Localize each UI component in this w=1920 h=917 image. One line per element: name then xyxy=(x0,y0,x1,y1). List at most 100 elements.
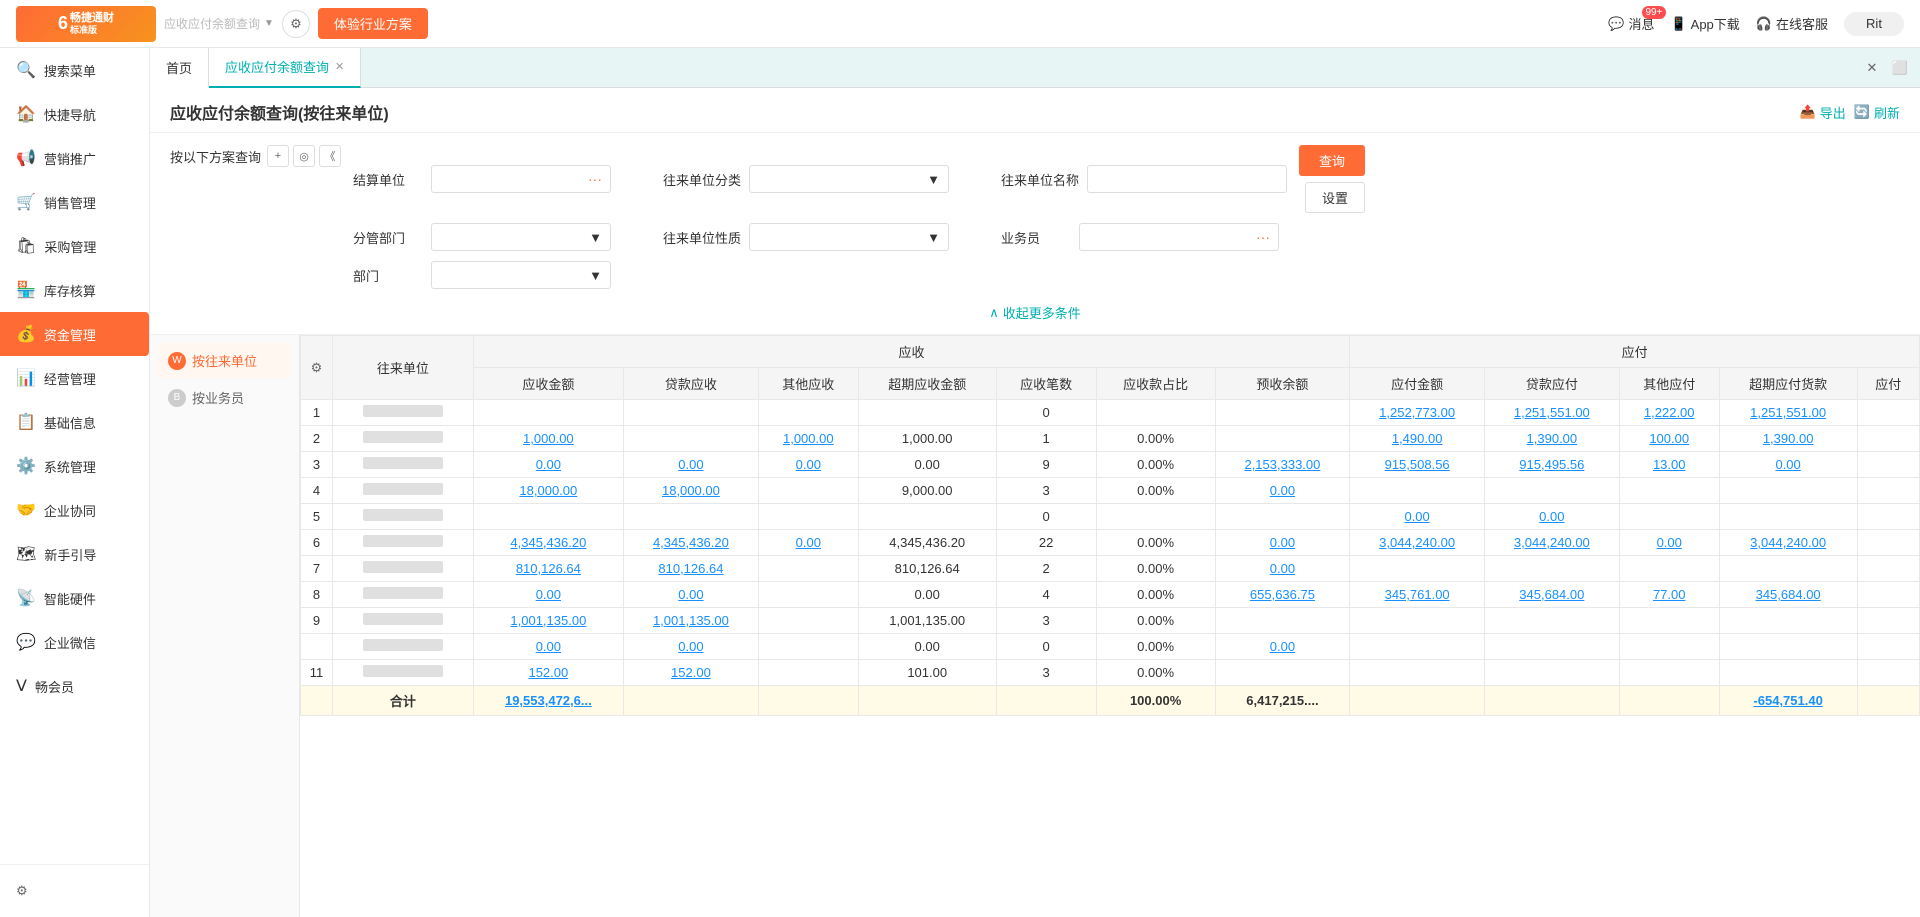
unit-category-input[interactable]: ▼ xyxy=(749,165,949,193)
unit-nature-label: 往来单位性质 xyxy=(663,228,741,247)
sidebar-item-finance[interactable]: 💰 资金管理 xyxy=(0,312,149,356)
dept-input[interactable]: ▼ xyxy=(431,223,611,251)
row-loan-ap-cell[interactable]: 0.00 xyxy=(1484,504,1619,530)
sidebar-item-operations[interactable]: 📊 经营管理 xyxy=(0,356,149,400)
summary-overdue-ap-cell[interactable]: -654,751.40 xyxy=(1719,686,1857,716)
row-prepay-cell[interactable]: 0.00 xyxy=(1215,556,1350,582)
row-ar-amount-cell[interactable]: 1,000.00 xyxy=(473,426,623,452)
back-scheme-button[interactable]: 《 xyxy=(319,145,341,167)
row-other-ap-cell[interactable]: 13.00 xyxy=(1619,452,1719,478)
query-button[interactable]: 查询 xyxy=(1299,145,1365,176)
tab-close-icon[interactable]: ✕ xyxy=(335,60,344,73)
row-overdue-ap-cell[interactable]: 345,684.00 xyxy=(1719,582,1857,608)
row-other-ap-cell[interactable]: 100.00 xyxy=(1619,426,1719,452)
sidebar-item-system[interactable]: ⚙️ 系统管理 xyxy=(0,444,149,488)
row-ap-amount-cell[interactable]: 915,508.56 xyxy=(1350,452,1485,478)
trial-button[interactable]: 体验行业方案 xyxy=(318,8,428,39)
row-loan-ap-cell[interactable]: 3,044,240.00 xyxy=(1484,530,1619,556)
row-ar-amount-cell[interactable]: 810,126.64 xyxy=(473,556,623,582)
row-ar-amount-cell[interactable]: 18,000.00 xyxy=(473,478,623,504)
sidebar-item-inventory[interactable]: 🏪 库存核算 xyxy=(0,268,149,312)
row-prepay-cell[interactable]: 0.00 xyxy=(1215,478,1350,504)
sidebar-item-marketing[interactable]: 📢 营销推广 xyxy=(0,136,149,180)
row-prepay-cell[interactable]: 2,153,333.00 xyxy=(1215,452,1350,478)
row-prepay-cell[interactable]: 655,636.75 xyxy=(1215,582,1350,608)
row-other-ap-cell[interactable]: 1,222.00 xyxy=(1619,400,1719,426)
sidebar-item-purchase[interactable]: 🛍 采购管理 xyxy=(0,224,149,268)
refresh-button[interactable]: 🔄 刷新 xyxy=(1854,103,1900,122)
row-loan-ar-cell[interactable]: 18,000.00 xyxy=(624,478,759,504)
row-loan-ar-cell[interactable]: 0.00 xyxy=(624,582,759,608)
app-download-button[interactable]: 📱 App下载 xyxy=(1670,14,1739,33)
row-other-ap-cell[interactable]: 77.00 xyxy=(1619,582,1719,608)
row-ap-amount-cell[interactable]: 345,761.00 xyxy=(1350,582,1485,608)
row-ar-amount-cell[interactable]: 0.00 xyxy=(473,634,623,660)
tab-maximize-button[interactable]: ⬜ xyxy=(1888,56,1912,80)
filter-settlement-unit: 结算单位 ··· xyxy=(353,165,611,193)
table-settings-icon[interactable]: ⚙ xyxy=(311,360,323,375)
table-row: 80.000.000.0040.00%655,636.75345,761.003… xyxy=(301,582,1920,608)
sidebar-item-member[interactable]: Ⅴ 畅会员 xyxy=(0,664,149,708)
tab-home[interactable]: 首页 xyxy=(150,48,209,88)
collapse-button[interactable]: ∧ 收起更多条件 xyxy=(170,303,1900,322)
row-other-ap-cell[interactable]: 0.00 xyxy=(1619,530,1719,556)
row-other-ar-cell[interactable]: 0.00 xyxy=(758,452,858,478)
unit-nature-input[interactable]: ▼ xyxy=(749,223,949,251)
breadcrumb-dropdown-icon[interactable]: ▼ xyxy=(264,18,274,29)
sidebar-item-quick-nav[interactable]: 🏠 快捷导航 xyxy=(0,92,149,136)
row-ar-amount-cell[interactable]: 0.00 xyxy=(473,452,623,478)
row-ap-amount-cell[interactable]: 0.00 xyxy=(1350,504,1485,530)
summary-ar-amount-cell[interactable]: 19,553,472,6... xyxy=(473,686,623,716)
message-button[interactable]: 💬 消息 99+ xyxy=(1608,14,1654,33)
sidebar-item-search[interactable]: 🔍 搜索菜单 xyxy=(0,48,149,92)
row-ar-amount-cell[interactable]: 0.00 xyxy=(473,582,623,608)
row-loan-ar-cell[interactable]: 810,126.64 xyxy=(624,556,759,582)
row-ap-amount-cell[interactable]: 1,252,773.00 xyxy=(1350,400,1485,426)
sidebar-bottom-settings[interactable]: ⚙ xyxy=(0,873,149,909)
sidebar-item-wechat[interactable]: 💬 企业微信 xyxy=(0,620,149,664)
sidebar-item-smart-hw[interactable]: 📡 智能硬件 xyxy=(0,576,149,620)
setting-button[interactable]: 设置 xyxy=(1305,182,1365,213)
row-ar-amount-cell[interactable]: 152.00 xyxy=(473,660,623,686)
row-loan-ar-cell[interactable]: 0.00 xyxy=(624,452,759,478)
settlement-unit-input[interactable]: ··· xyxy=(431,165,611,193)
row-loan-ap-cell[interactable]: 915,495.56 xyxy=(1484,452,1619,478)
row-overdue-ap-cell[interactable]: 1,251,551.00 xyxy=(1719,400,1857,426)
table-settings-header[interactable]: ⚙ xyxy=(301,336,333,400)
row-overdue-ap-cell[interactable]: 1,390.00 xyxy=(1719,426,1857,452)
row-overdue-ap-cell[interactable]: 0.00 xyxy=(1719,452,1857,478)
row-ap-amount-cell[interactable]: 3,044,240.00 xyxy=(1350,530,1485,556)
row-ar-amount-cell[interactable]: 1,001,135.00 xyxy=(473,608,623,634)
tab-ar-query[interactable]: 应收应付余额查询 ✕ xyxy=(209,48,361,88)
row-ar-amount-cell[interactable]: 4,345,436.20 xyxy=(473,530,623,556)
settings-gear-button[interactable]: ⚙ xyxy=(282,10,310,38)
export-button[interactable]: 📤 导出 xyxy=(1800,103,1846,122)
tab-close-button[interactable]: ✕ xyxy=(1860,56,1884,80)
row-prepay-cell[interactable]: 0.00 xyxy=(1215,634,1350,660)
row-loan-ap-cell[interactable]: 345,684.00 xyxy=(1484,582,1619,608)
add-scheme-button[interactable]: + xyxy=(267,145,289,167)
online-support-button[interactable]: 🎧 在线客服 xyxy=(1756,14,1828,33)
sub-dept-input[interactable]: ▼ xyxy=(431,261,611,289)
panel-item-by-salesperson[interactable]: B 按业务员 xyxy=(158,380,291,415)
unit-name-input[interactable] xyxy=(1087,165,1287,193)
row-loan-ar-cell[interactable]: 1,001,135.00 xyxy=(624,608,759,634)
row-other-ar-cell[interactable]: 1,000.00 xyxy=(758,426,858,452)
sidebar-item-enterprise[interactable]: 🤝 企业协同 xyxy=(0,488,149,532)
salesperson-input[interactable]: ··· xyxy=(1079,223,1279,251)
row-loan-ar-cell[interactable]: 4,345,436.20 xyxy=(624,530,759,556)
row-prepay-cell[interactable]: 0.00 xyxy=(1215,530,1350,556)
row-other-ar-cell[interactable]: 0.00 xyxy=(758,530,858,556)
row-overdue-ap-cell[interactable]: 3,044,240.00 xyxy=(1719,530,1857,556)
row-loan-ap-cell[interactable]: 1,390.00 xyxy=(1484,426,1619,452)
row-ap-amount-cell[interactable]: 1,490.00 xyxy=(1350,426,1485,452)
sidebar-item-sales[interactable]: 🛒 销售管理 xyxy=(0,180,149,224)
sidebar-item-guide[interactable]: 🗺 新手引导 xyxy=(0,532,149,576)
row-loan-ar-cell[interactable]: 0.00 xyxy=(624,634,759,660)
target-scheme-button[interactable]: ◎ xyxy=(293,145,315,167)
user-avatar[interactable]: Rit xyxy=(1844,12,1904,36)
row-loan-ap-cell[interactable]: 1,251,551.00 xyxy=(1484,400,1619,426)
row-loan-ar-cell[interactable]: 152.00 xyxy=(624,660,759,686)
panel-item-by-unit[interactable]: W 按往来单位 xyxy=(158,343,291,378)
sidebar-item-basic-info[interactable]: 📋 基础信息 xyxy=(0,400,149,444)
